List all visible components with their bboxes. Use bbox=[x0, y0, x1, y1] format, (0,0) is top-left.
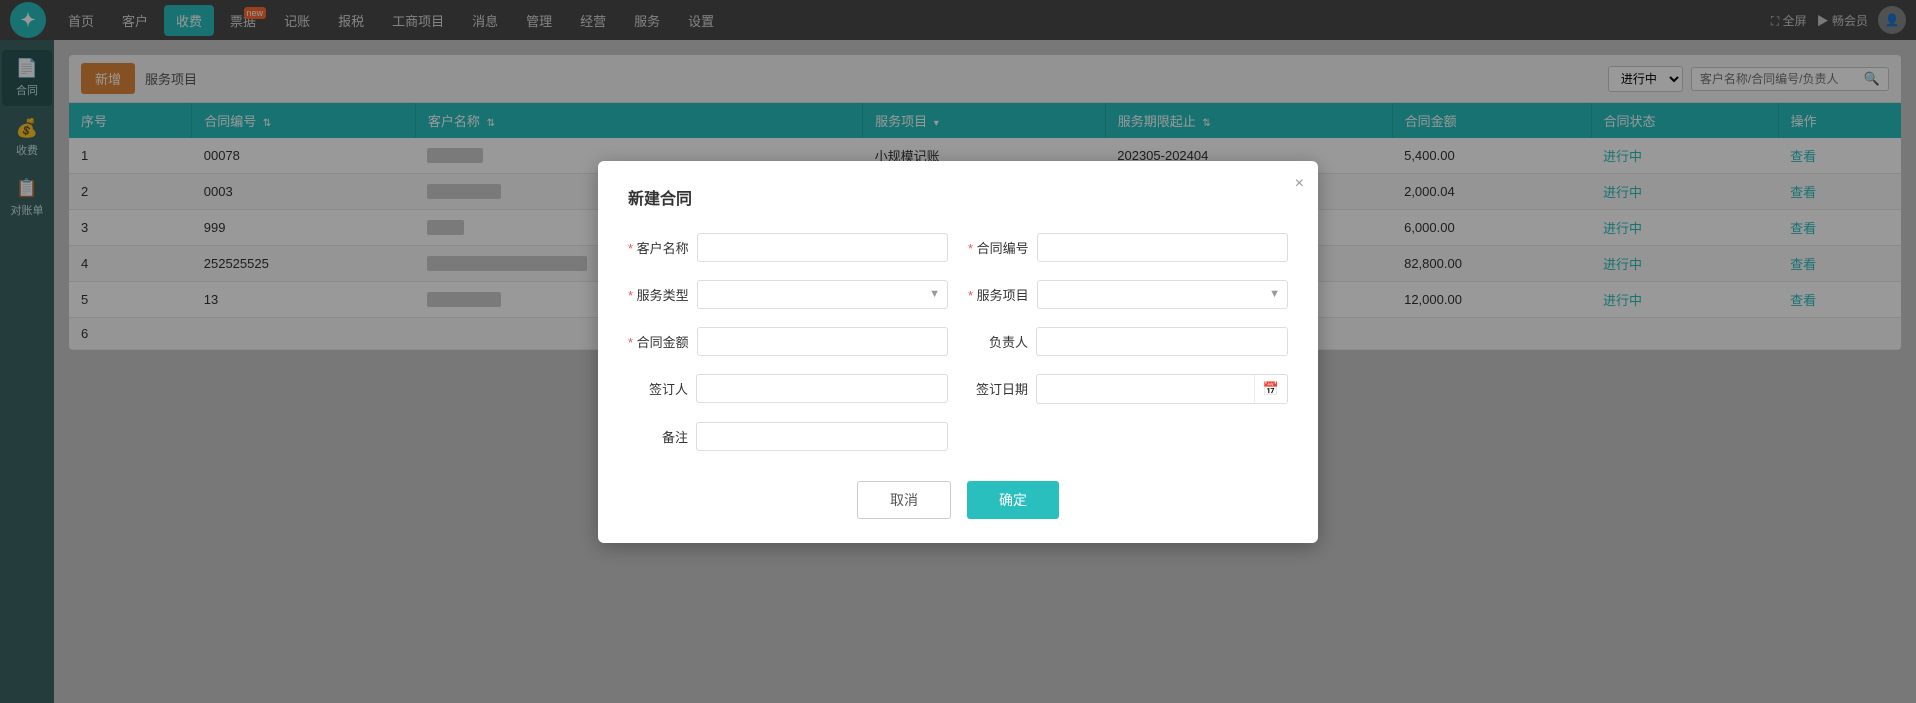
field-customer-name: 客户名称 bbox=[628, 233, 948, 262]
field-responsible: 负责人 bbox=[968, 327, 1288, 356]
label-service-item: 服务项目 bbox=[968, 285, 1029, 304]
dialog-footer: 取消 确定 bbox=[628, 481, 1288, 519]
modal-overlay[interactable]: 新建合同 × 客户名称 合同编号 服务类型 ▼ bbox=[0, 0, 1916, 703]
dialog-title: 新建合同 bbox=[628, 185, 1288, 209]
form-row-3: 合同金额 0.00 负责人 bbox=[628, 327, 1288, 356]
select-service-type-wrapper: ▼ bbox=[697, 280, 948, 309]
new-contract-dialog: 新建合同 × 客户名称 合同编号 服务类型 ▼ bbox=[598, 161, 1318, 543]
form-row-2: 服务类型 ▼ 服务项目 ▼ bbox=[628, 280, 1288, 309]
field-service-type: 服务类型 ▼ bbox=[628, 280, 948, 309]
select-service-item-wrapper: ▼ bbox=[1037, 280, 1288, 309]
field-service-item: 服务项目 ▼ bbox=[968, 280, 1288, 309]
field-contract-amount: 合同金额 0.00 bbox=[628, 327, 948, 356]
label-remark: 备注 bbox=[628, 427, 688, 446]
label-customer-name: 客户名称 bbox=[628, 238, 689, 257]
field-sign-date: 签订日期 2023-06-06 📅 bbox=[968, 374, 1288, 404]
label-signer: 签订人 bbox=[628, 379, 688, 398]
input-remark[interactable] bbox=[696, 422, 948, 451]
close-button[interactable]: × bbox=[1295, 175, 1304, 193]
cancel-button[interactable]: 取消 bbox=[857, 481, 951, 519]
select-service-type[interactable] bbox=[697, 280, 948, 309]
confirm-button[interactable]: 确定 bbox=[967, 481, 1059, 519]
form-row-5: 备注 bbox=[628, 422, 1288, 451]
label-contract-no: 合同编号 bbox=[968, 238, 1029, 257]
field-signer: 签订人 bbox=[628, 374, 948, 404]
label-contract-amount: 合同金额 bbox=[628, 332, 689, 351]
input-signer[interactable] bbox=[696, 374, 948, 403]
input-contract-amount[interactable]: 0.00 bbox=[697, 327, 948, 356]
input-customer-name[interactable] bbox=[697, 233, 948, 262]
form-row-1: 客户名称 合同编号 bbox=[628, 233, 1288, 262]
field-contract-no: 合同编号 bbox=[968, 233, 1288, 262]
form-row-4: 签订人 签订日期 2023-06-06 📅 bbox=[628, 374, 1288, 404]
field-remark: 备注 bbox=[628, 422, 948, 451]
select-service-item[interactable] bbox=[1037, 280, 1288, 309]
input-responsible[interactable] bbox=[1036, 327, 1288, 356]
date-field-wrapper: 2023-06-06 📅 bbox=[1036, 374, 1288, 404]
calendar-icon[interactable]: 📅 bbox=[1254, 375, 1287, 403]
input-sign-date[interactable]: 2023-06-06 bbox=[1037, 375, 1254, 402]
label-responsible: 负责人 bbox=[968, 332, 1028, 351]
input-contract-no[interactable] bbox=[1037, 233, 1288, 262]
label-sign-date: 签订日期 bbox=[968, 379, 1028, 398]
label-service-type: 服务类型 bbox=[628, 285, 689, 304]
